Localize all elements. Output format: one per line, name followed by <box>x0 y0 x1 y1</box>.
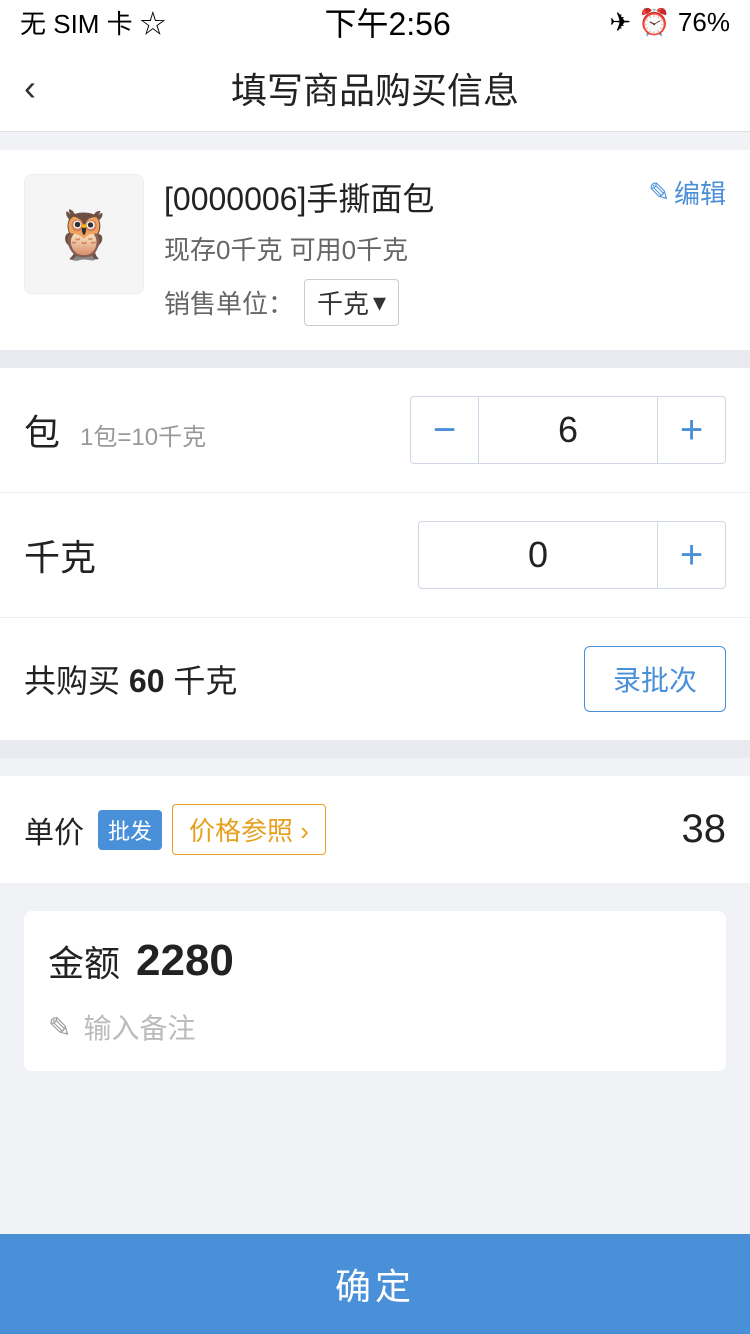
amount-value: 2280 <box>136 936 234 986</box>
kg-row: 千克 + <box>0 493 750 618</box>
amount-label: 金额 <box>48 935 120 987</box>
product-image: 🦉 <box>24 174 144 294</box>
product-logo-icon: 🦉 <box>54 206 114 263</box>
price-ref-button[interactable]: 价格参照 › <box>172 804 326 855</box>
note-row[interactable]: ✎ 输入备注 <box>48 1007 702 1047</box>
page-title: 填写商品购买信息 <box>231 62 519 114</box>
status-time: 下午2:56 <box>324 0 450 45</box>
kg-input[interactable] <box>418 521 658 589</box>
kg-stepper: + <box>418 521 726 589</box>
package-input[interactable] <box>478 396 658 464</box>
confirm-button[interactable]: 确定 <box>0 1234 750 1334</box>
note-placeholder: 输入备注 <box>83 1007 195 1047</box>
status-bar: 无 SIM 卡 ☆ 下午2:56 ✈ ⏰ 76% <box>0 0 750 44</box>
kg-plus-button[interactable]: + <box>658 521 726 589</box>
kg-label: 千克 <box>24 529 418 581</box>
note-icon: ✎ <box>48 1011 71 1044</box>
package-minus-button[interactable]: − <box>410 396 478 464</box>
unit-value: 千克 <box>317 284 369 321</box>
divider-1 <box>0 350 750 368</box>
product-card: 🦉 [0000006]手撕面包 现存0千克 可用0千克 销售单位： 千克 ▾ ✎… <box>0 150 750 350</box>
nav-bar: ‹ 填写商品购买信息 <box>0 44 750 132</box>
unit-dropdown-icon: ▾ <box>373 287 386 318</box>
price-tag: 批发 <box>98 810 162 850</box>
product-unit-row: 销售单位： 千克 ▾ <box>164 279 726 326</box>
back-button[interactable]: ‹ <box>24 67 36 109</box>
unit-select[interactable]: 千克 ▾ <box>304 279 399 326</box>
product-name: [0000006]手撕面包 <box>164 174 726 220</box>
package-label: 包 1包=10千克 <box>24 404 410 456</box>
total-row: 共购买 60 千克 录批次 <box>0 618 750 740</box>
unit-label: 销售单位： <box>164 284 294 321</box>
product-info: [0000006]手撕面包 现存0千克 可用0千克 销售单位： 千克 ▾ <box>164 174 726 326</box>
price-label: 单价 <box>24 808 84 852</box>
product-stock: 现存0千克 可用0千克 <box>164 230 726 267</box>
edit-icon: ✎ <box>648 177 670 208</box>
status-right: ✈ ⏰ 76% <box>609 7 730 38</box>
package-stepper: − + <box>410 396 726 464</box>
package-sublabel: 1包=10千克 <box>80 424 206 451</box>
edit-button[interactable]: ✎ 编辑 <box>648 174 726 211</box>
input-section: 包 1包=10千克 − + 千克 + 共购买 60 千克 录批次 <box>0 368 750 740</box>
status-left: 无 SIM 卡 ☆ <box>20 4 166 41</box>
total-label: 共购买 60 千克 <box>24 656 237 702</box>
spacer <box>0 1071 750 1234</box>
package-row: 包 1包=10千克 − + <box>0 368 750 493</box>
divider-2 <box>0 740 750 758</box>
package-plus-button[interactable]: + <box>658 396 726 464</box>
batch-button[interactable]: 录批次 <box>584 646 726 712</box>
price-section: 单价 批发 价格参照 › 38 <box>0 776 750 883</box>
amount-card: 金额 2280 ✎ 输入备注 <box>24 911 726 1071</box>
price-value: 38 <box>682 807 727 852</box>
amount-section: 金额 2280 ✎ 输入备注 <box>0 883 750 1071</box>
amount-row: 金额 2280 <box>48 935 702 987</box>
edit-label: 编辑 <box>674 174 726 211</box>
